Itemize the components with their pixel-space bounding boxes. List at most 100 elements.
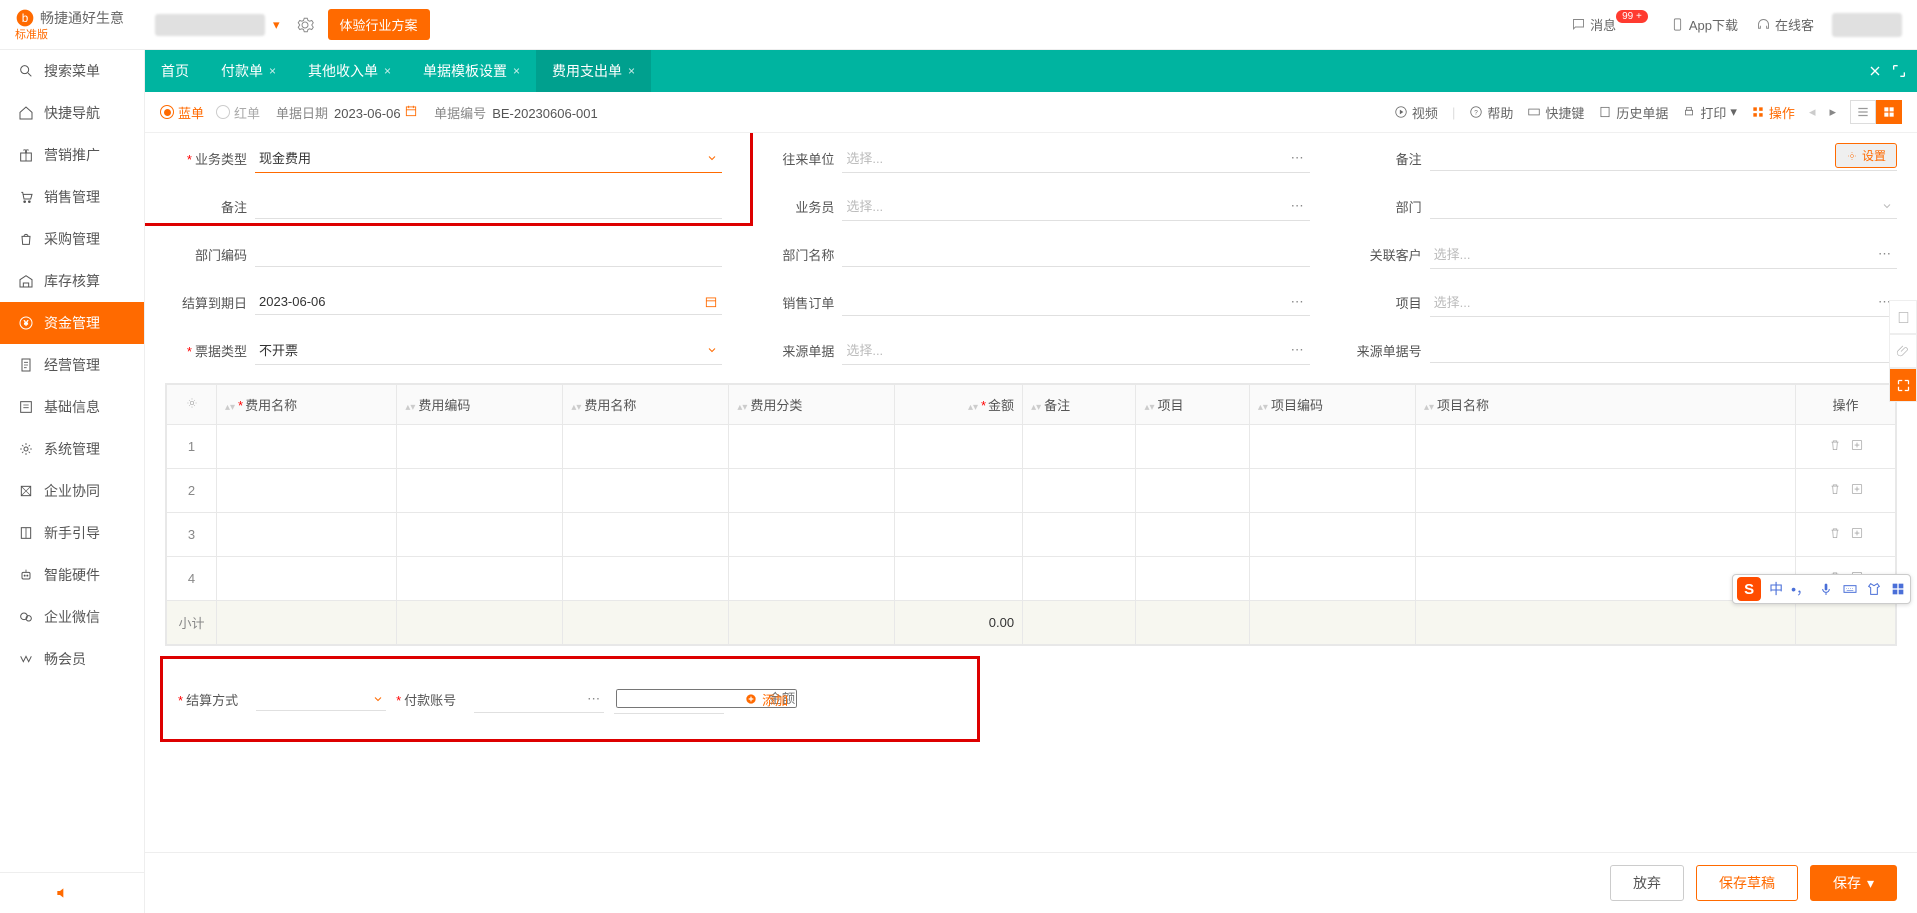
online-service-link[interactable]: 在线客 <box>1756 15 1814 34</box>
sidebar-item-inventory[interactable]: 库存核算 <box>0 260 144 302</box>
field-dept-code[interactable]: 部门编码 <box>165 239 722 269</box>
close-icon[interactable]: × <box>628 64 635 78</box>
shortcut-link[interactable]: 快捷键 <box>1527 103 1584 122</box>
field-biz-type[interactable]: *业务类型 现金费用 <box>165 143 722 173</box>
sidebar-item-wework[interactable]: 企业微信 <box>0 596 144 638</box>
settings-icon[interactable] <box>296 16 314 34</box>
ops-link[interactable]: 操作 <box>1751 103 1795 122</box>
sidebar-item-guide[interactable]: 新手引导 <box>0 512 144 554</box>
field-rel-cust[interactable]: 关联客户 选择...⋯ <box>1340 239 1897 269</box>
col-fee-code[interactable]: ▴▾费用编码 <box>397 385 563 425</box>
close-icon[interactable]: × <box>513 64 520 78</box>
sidebar-item-finance[interactable]: ¥资金管理 <box>0 302 144 344</box>
tab-payment[interactable]: 付款单× <box>205 50 292 92</box>
table-row[interactable]: 2 <box>167 469 1896 513</box>
lookup-icon[interactable]: ⋯ <box>1291 150 1306 166</box>
field-invoice[interactable]: *票据类型 不开票 <box>165 335 722 365</box>
table-row[interactable]: 4 <box>167 557 1896 601</box>
video-link[interactable]: 视频 <box>1394 103 1438 122</box>
tab-home[interactable]: 首页 <box>145 50 205 92</box>
next-doc[interactable]: ▸ <box>1829 104 1836 120</box>
field-dept[interactable]: 部门 <box>1340 191 1897 221</box>
field-partner[interactable]: 往来单位 选择...⋯ <box>752 143 1309 173</box>
field-project[interactable]: 项目 选择...⋯ <box>1340 287 1897 317</box>
sidebar-item-quicknav[interactable]: 快捷导航 <box>0 92 144 134</box>
col-fee-name[interactable]: ▴▾*费用名称 <box>217 385 397 425</box>
ime-punct[interactable]: •， <box>1791 579 1810 599</box>
radio-red[interactable]: 红单 <box>216 103 260 122</box>
print-link[interactable]: 打印 ▾ <box>1682 103 1737 122</box>
toolbox-icon[interactable] <box>1890 581 1906 597</box>
sidebar-item-vip[interactable]: 畅会员 <box>0 638 144 680</box>
settle-method-input[interactable] <box>256 688 386 711</box>
save-button[interactable]: 保存▾ <box>1810 865 1897 901</box>
prev-doc[interactable]: ◂ <box>1809 104 1816 120</box>
col-fee-cat[interactable]: ▴▾费用分类 <box>729 385 895 425</box>
sidebar-item-search[interactable]: 搜索菜单 <box>0 50 144 92</box>
col-project-name[interactable]: ▴▾项目名称 <box>1416 385 1796 425</box>
sidebar-item-basicinfo[interactable]: 基础信息 <box>0 386 144 428</box>
sidebar-item-hardware[interactable]: 智能硬件 <box>0 554 144 596</box>
col-project[interactable]: ▴▾项目 <box>1136 385 1249 425</box>
user-avatar-blurred[interactable] <box>1832 13 1902 37</box>
view-list[interactable] <box>1850 100 1876 124</box>
ime-lang[interactable]: 中 <box>1769 579 1783 599</box>
field-src-doc[interactable]: 来源单据 选择...⋯ <box>752 335 1309 365</box>
add-row-icon[interactable] <box>1850 526 1864 540</box>
form-settings-button[interactable]: 设置 <box>1835 143 1897 168</box>
sound-icon[interactable] <box>54 885 70 901</box>
sidebar-item-marketing[interactable]: 营销推广 <box>0 134 144 176</box>
lookup-icon[interactable]: ⋯ <box>1291 294 1306 310</box>
sidebar-item-collab[interactable]: 企业协同 <box>0 470 144 512</box>
delete-icon[interactable] <box>1828 482 1842 496</box>
tab-expense[interactable]: 费用支出单× <box>536 50 651 92</box>
pay-amount-input[interactable] <box>614 684 724 714</box>
lookup-icon[interactable]: ⋯ <box>1291 198 1306 214</box>
app-download-link[interactable]: App下载 <box>1670 15 1738 34</box>
pay-account-input[interactable]: ⋯ <box>474 686 604 713</box>
tab-template[interactable]: 单据模板设置× <box>407 50 536 92</box>
tab-other-income[interactable]: 其他收入单× <box>292 50 407 92</box>
radio-blue[interactable]: 蓝单 <box>160 103 204 122</box>
keyboard-icon[interactable] <box>1842 581 1858 597</box>
messages-link[interactable]: 消息99 + <box>1571 15 1652 34</box>
tool-attach[interactable] <box>1889 334 1917 368</box>
fullscreen-icon[interactable] <box>1891 63 1907 79</box>
field-clerk[interactable]: 业务员 选择...⋯ <box>752 191 1309 221</box>
delete-icon[interactable] <box>1828 526 1842 540</box>
history-link[interactable]: 历史单据 <box>1598 103 1668 122</box>
sidebar-item-purchase[interactable]: 采购管理 <box>0 218 144 260</box>
table-row[interactable]: 1 <box>167 425 1896 469</box>
add-row-icon[interactable] <box>1850 482 1864 496</box>
field-settle-date[interactable]: 结算到期日 2023-06-06 <box>165 287 722 317</box>
sidebar-item-business[interactable]: 经营管理 <box>0 344 144 386</box>
lookup-icon[interactable]: ⋯ <box>1291 342 1306 358</box>
field-sale-order[interactable]: 销售订单 ⋯ <box>752 287 1309 317</box>
try-industry-button[interactable]: 体验行业方案 <box>328 9 430 40</box>
tool-note[interactable] <box>1889 300 1917 334</box>
add-row-icon[interactable] <box>1850 438 1864 452</box>
tool-expand[interactable] <box>1889 368 1917 402</box>
help-link[interactable]: ?帮助 <box>1469 103 1513 122</box>
field-remark1[interactable]: 备注 <box>1340 143 1897 173</box>
mic-icon[interactable] <box>1818 581 1834 597</box>
close-icon[interactable]: × <box>269 64 276 78</box>
col-project-code[interactable]: ▴▾项目编码 <box>1249 385 1415 425</box>
view-form[interactable] <box>1876 100 1902 124</box>
table-row[interactable]: 3 <box>167 513 1896 557</box>
collapse-icon[interactable] <box>18 885 34 901</box>
discard-button[interactable]: 放弃 <box>1610 865 1684 901</box>
delete-icon[interactable] <box>1828 438 1842 452</box>
doc-date[interactable]: 单据日期2023-06-06 <box>276 103 418 122</box>
field-src-no[interactable]: 来源单据号 <box>1340 335 1897 365</box>
col-fee-name2[interactable]: ▴▾费用名称 <box>563 385 729 425</box>
close-all-icon[interactable] <box>1867 63 1883 79</box>
lookup-icon[interactable]: ⋯ <box>587 691 602 707</box>
col-config[interactable] <box>167 385 217 425</box>
save-draft-button[interactable]: 保存草稿 <box>1696 865 1798 901</box>
col-remark[interactable]: ▴▾备注 <box>1023 385 1136 425</box>
sidebar-item-system[interactable]: 系统管理 <box>0 428 144 470</box>
sidebar-item-sales[interactable]: 销售管理 <box>0 176 144 218</box>
tenant-dropdown-icon[interactable]: ▾ <box>273 17 280 33</box>
field-remark2[interactable]: 备注 <box>165 191 722 221</box>
